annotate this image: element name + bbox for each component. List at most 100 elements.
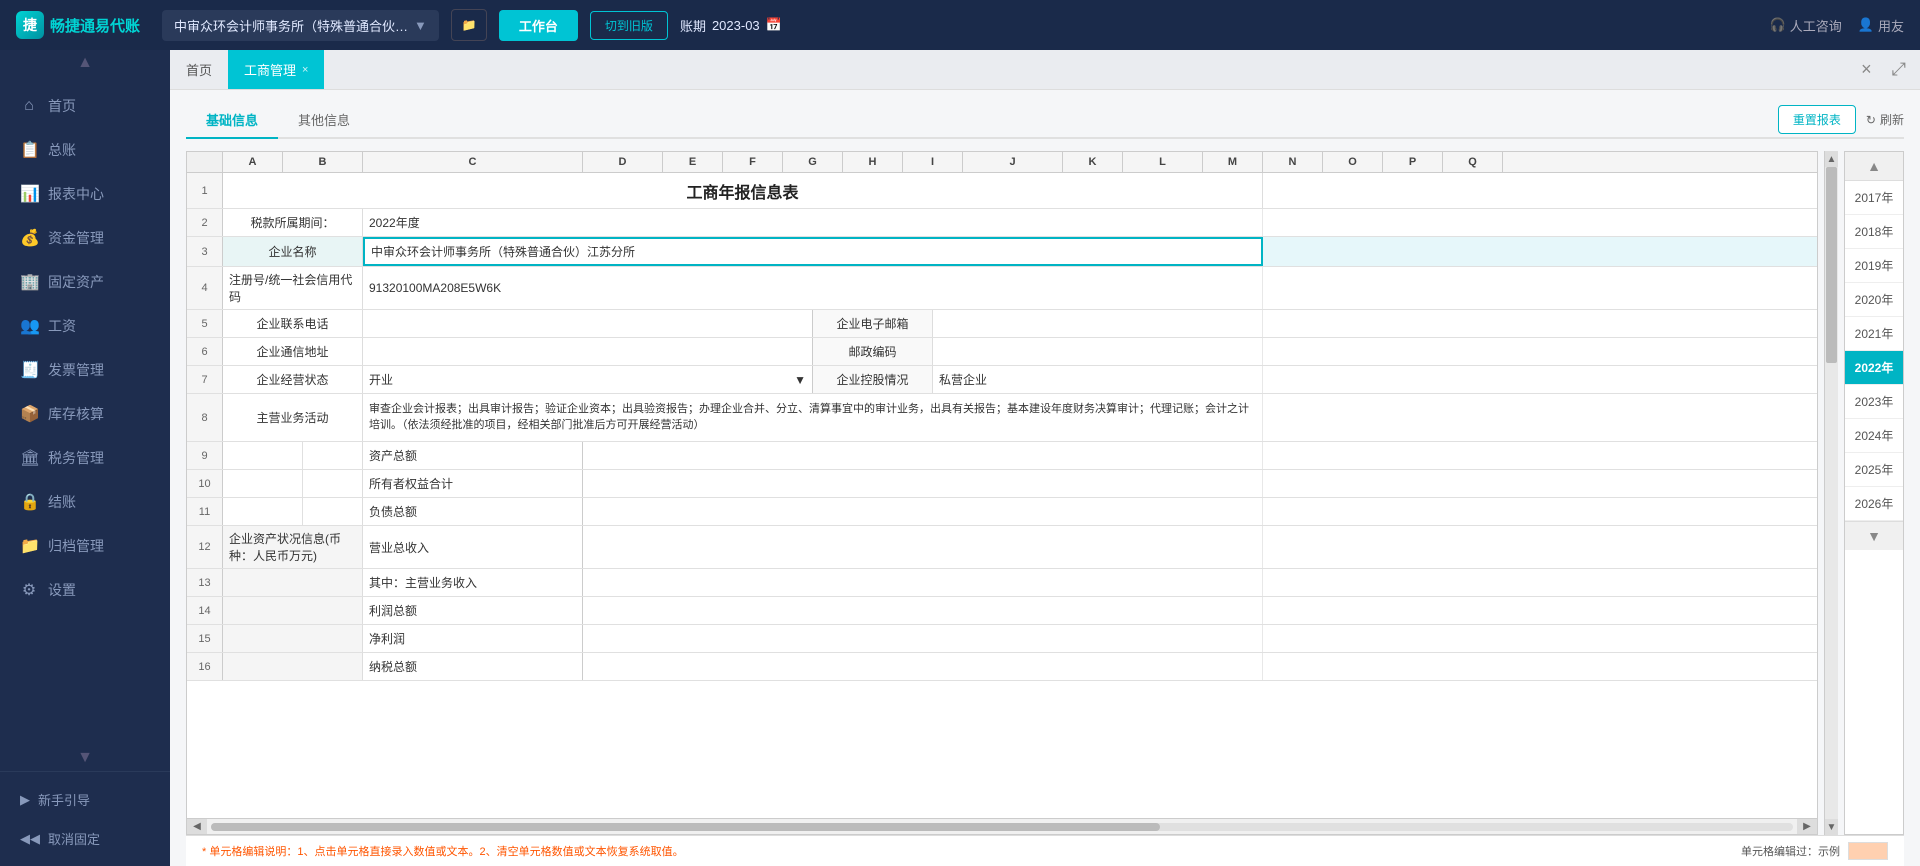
- sample-color: [1848, 842, 1888, 860]
- tab-expand-button[interactable]: ⤢: [1886, 57, 1912, 82]
- support-item[interactable]: 🎧 人工咨询: [1770, 16, 1842, 35]
- cell-6-address[interactable]: [363, 338, 813, 365]
- year-item-2025[interactable]: 2025年: [1845, 453, 1903, 487]
- sidebar-item-home[interactable]: ⌂ 首页: [0, 84, 170, 128]
- workbench-button[interactable]: 工作台: [499, 10, 578, 41]
- tab-close-button[interactable]: ×: [1855, 57, 1878, 82]
- sidebar-item-invoice[interactable]: 🧾 发票管理: [0, 348, 170, 392]
- tab-other-info[interactable]: 其他信息: [278, 102, 370, 139]
- chevron-down-icon: ▼: [1867, 528, 1881, 544]
- inner-content: 基础信息 其他信息 重置报表 ↻ 刷新: [170, 90, 1920, 866]
- year-item-2018[interactable]: 2018年: [1845, 215, 1903, 249]
- sidebar-item-archive[interactable]: 📁 归档管理: [0, 524, 170, 568]
- cell-13-value[interactable]: [583, 569, 1263, 596]
- tab-basic-label: 基础信息: [206, 113, 258, 128]
- sidebar-item-reports[interactable]: 📊 报表中心: [0, 172, 170, 216]
- cell-7-status[interactable]: 开业 ▼: [363, 366, 813, 393]
- sidebar-item-finance[interactable]: 💰 资金管理: [0, 216, 170, 260]
- year-scroll-up[interactable]: ▲: [1845, 152, 1903, 181]
- sidebar-item-assets[interactable]: 🏢 固定资产: [0, 260, 170, 304]
- sidebar-item-inventory[interactable]: 📦 库存核算: [0, 392, 170, 436]
- company-name: 中审众环会计师事务所（特殊普通合伙…: [174, 16, 408, 35]
- horizontal-scrollbar[interactable]: ◀ ▶: [187, 818, 1817, 834]
- cell-8-value[interactable]: 审查企业会计报表；出具审计报告；验证企业资本；出具验资报告；办理企业合并、分立、…: [363, 394, 1263, 441]
- cell-11-label: 负债总额: [363, 498, 583, 525]
- switch-old-button[interactable]: 切到旧版: [590, 11, 668, 40]
- year-item-2020[interactable]: 2020年: [1845, 283, 1903, 317]
- year-scroll-down[interactable]: ▼: [1845, 521, 1903, 550]
- year-item-2026[interactable]: 2026年: [1845, 487, 1903, 521]
- sub-tabs: 基础信息 其他信息 重置报表 ↻ 刷新: [186, 102, 1904, 139]
- reset-button[interactable]: 重置报表: [1778, 105, 1856, 134]
- cell-15-value[interactable]: [583, 625, 1263, 652]
- spreadsheet: A B C D E F G H I J K L M N O: [186, 151, 1818, 835]
- cell-6-postal[interactable]: [933, 338, 1263, 365]
- sidebar-item-payroll[interactable]: 👥 工资: [0, 304, 170, 348]
- cell-7-ownership[interactable]: 私营企业: [933, 366, 1263, 393]
- sidebar-label-assets: 固定资产: [48, 272, 104, 292]
- cell-9-value[interactable]: [583, 442, 1263, 469]
- tab-home[interactable]: 首页: [170, 50, 228, 89]
- unpin-icon: ◀◀: [20, 831, 40, 847]
- h-scroll-left[interactable]: ◀: [187, 819, 207, 835]
- v-scroll-up[interactable]: ▲: [1825, 151, 1838, 167]
- tab-basic-info[interactable]: 基础信息: [186, 102, 278, 139]
- user-label: 用友: [1878, 16, 1904, 35]
- sidebar-scroll-up[interactable]: ▲: [0, 50, 170, 76]
- sidebar-newbie[interactable]: ▶ 新手引导: [0, 780, 170, 819]
- finance-icon: 💰: [20, 228, 38, 248]
- cell-5-phone[interactable]: [363, 310, 813, 337]
- sidebar: ▲ ⌂ 首页 📋 总账 📊 报表中心 💰 资金管理 🏢 固定资产: [0, 50, 170, 866]
- table-row: 12 企业资产状况信息(币种：人民币万元) 营业总收入: [187, 526, 1817, 569]
- tab-controls: × ⤢: [1855, 57, 1920, 82]
- v-scroll-thumb: [1826, 167, 1837, 363]
- cell-12-value[interactable]: [583, 526, 1263, 568]
- cell-11-value[interactable]: [583, 498, 1263, 525]
- row-num-12: 12: [187, 526, 223, 568]
- h-scroll-right[interactable]: ▶: [1797, 819, 1817, 835]
- grid-body[interactable]: 1 工商年报信息表 2 税款所属期间： 2022年度 3 企业名称: [187, 173, 1817, 818]
- cell-16-value[interactable]: [583, 653, 1263, 680]
- calendar-icon[interactable]: 📅: [766, 17, 782, 33]
- year-item-2022[interactable]: 2022年: [1845, 351, 1903, 385]
- cell-11-b: [303, 498, 363, 525]
- sidebar-unpin[interactable]: ◀◀ 取消固定: [0, 819, 170, 858]
- archive-icon-btn[interactable]: 📁: [451, 9, 487, 41]
- year-item-2024[interactable]: 2024年: [1845, 419, 1903, 453]
- h-scroll-track[interactable]: [211, 823, 1793, 831]
- cell-4-value[interactable]: 91320100MA208E5W6K: [363, 267, 1263, 309]
- table-row: 13 其中：主营业务收入: [187, 569, 1817, 597]
- refresh-button[interactable]: ↻ 刷新: [1866, 111, 1904, 128]
- tab-business[interactable]: 工商管理 ×: [228, 50, 324, 89]
- cell-12-group-label: 企业资产状况信息(币种：人民币万元): [223, 526, 363, 568]
- cell-2-c[interactable]: 2022年度: [363, 209, 1263, 236]
- cell-12-label: 营业总收入: [363, 526, 583, 568]
- table-row: 3 企业名称 中审众环会计师事务所（特殊普通合伙）江苏分所: [187, 237, 1817, 267]
- year-item-2019[interactable]: 2019年: [1845, 249, 1903, 283]
- cell-10-value[interactable]: [583, 470, 1263, 497]
- v-scroll-down[interactable]: ▼: [1825, 819, 1838, 835]
- cell-14-value[interactable]: [583, 597, 1263, 624]
- sidebar-item-settings[interactable]: ⚙ 设置: [0, 568, 170, 612]
- company-selector[interactable]: 中审众环会计师事务所（特殊普通合伙… ▼: [162, 10, 439, 41]
- tab-close-icon[interactable]: ×: [302, 64, 308, 76]
- dropdown-icon: ▼: [414, 18, 427, 33]
- year-item-2017[interactable]: 2017年: [1845, 181, 1903, 215]
- sidebar-scroll-down[interactable]: ▼: [0, 745, 170, 771]
- year-sidebar: ▲ 2017年 2018年 2019年 2020年 2021年 2022年 20…: [1844, 151, 1904, 835]
- table-row: 14 利润总额: [187, 597, 1817, 625]
- user-item[interactable]: 👤 用友: [1858, 16, 1904, 35]
- vertical-scrollbar[interactable]: ▲ ▼: [1824, 151, 1838, 835]
- v-scroll-track[interactable]: [1825, 167, 1838, 819]
- col-c: C: [363, 152, 583, 172]
- year-item-2021[interactable]: 2021年: [1845, 317, 1903, 351]
- cell-5-email[interactable]: [933, 310, 1263, 337]
- sidebar-item-ledger[interactable]: 📋 总账: [0, 128, 170, 172]
- year-item-2023[interactable]: 2023年: [1845, 385, 1903, 419]
- table-row: 16 纳税总额: [187, 653, 1817, 681]
- status-bar: * 单元格编辑说明：1、点击单元格直接录入数值或文本。2、清空单元格数值或文本恢…: [186, 835, 1904, 866]
- sidebar-item-close[interactable]: 🔒 结账: [0, 480, 170, 524]
- sidebar-item-tax[interactable]: 🏛 税务管理: [0, 436, 170, 480]
- cell-3-value[interactable]: 中审众环会计师事务所（特殊普通合伙）江苏分所: [363, 237, 1263, 266]
- support-label: 人工咨询: [1790, 16, 1842, 35]
